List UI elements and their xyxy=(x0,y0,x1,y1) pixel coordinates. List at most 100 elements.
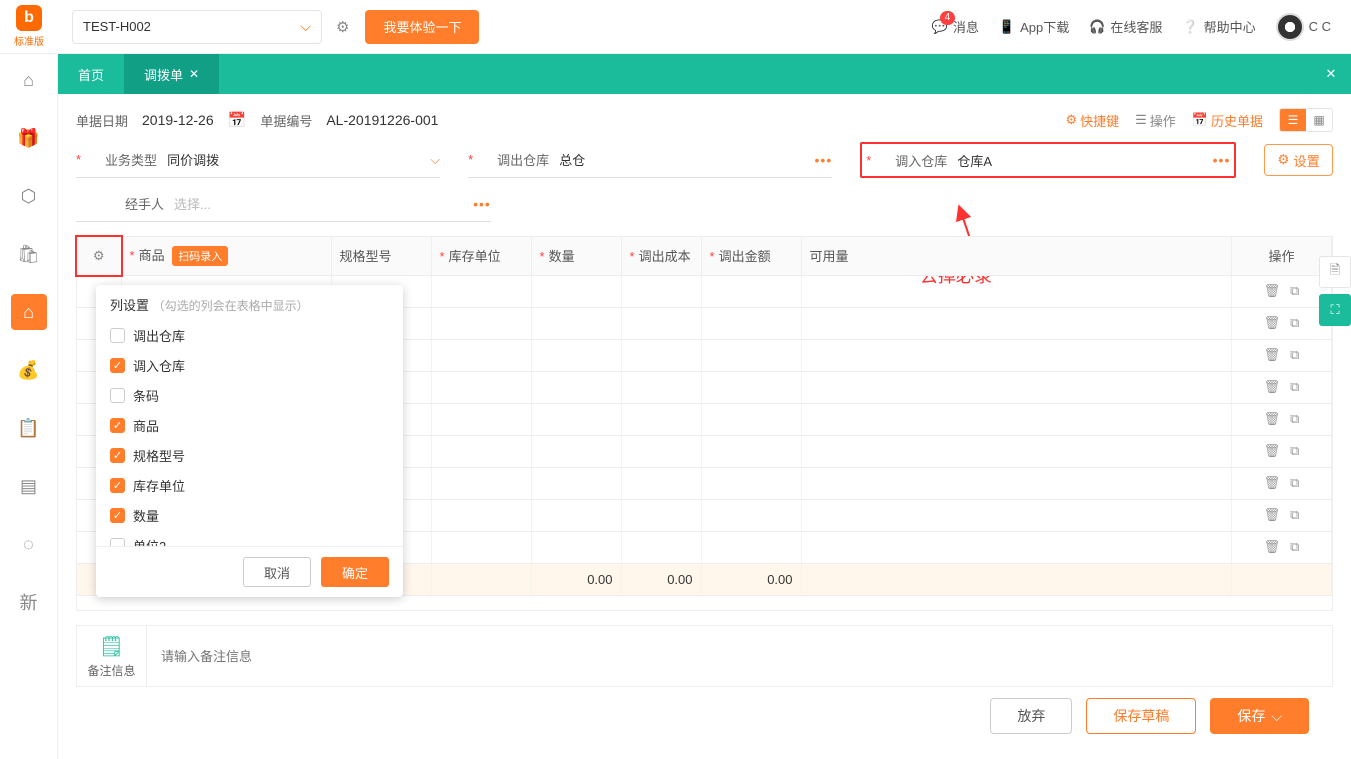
copy-icon[interactable]: ⧉ xyxy=(1290,475,1299,491)
sidebar-new-icon[interactable]: 新 xyxy=(11,584,47,620)
confirm-button[interactable]: 确定 xyxy=(321,557,389,587)
logo-edition: 标准版 xyxy=(14,33,44,48)
copy-icon[interactable]: ⧉ xyxy=(1290,315,1299,331)
copy-icon[interactable]: ⧉ xyxy=(1290,379,1299,395)
calendar-icon[interactable]: 📅 xyxy=(228,111,247,129)
copy-icon[interactable]: ⧉ xyxy=(1290,443,1299,459)
discard-button[interactable]: 放弃 xyxy=(990,698,1072,734)
date-value[interactable]: 2019-12-26 xyxy=(142,112,214,128)
sidebar: ⌂ 🎁 ⬡ 🛍 ⌂ 💰 📋 ▤ ◌ 新 xyxy=(0,54,58,759)
biz-type-field[interactable]: * 业务类型 同价调拨 ⌵ xyxy=(76,142,440,178)
column-option[interactable]: 单位2 xyxy=(110,530,389,546)
delete-icon[interactable]: 🗑 xyxy=(1264,539,1281,555)
column-option[interactable]: ✓调入仓库 xyxy=(110,350,389,380)
out-warehouse-field[interactable]: * 调出仓库 总仓 ••• xyxy=(468,142,832,178)
column-option[interactable]: ✓商品 xyxy=(110,410,389,440)
col-out-amount[interactable]: *调出金额 xyxy=(701,237,801,275)
copy-icon[interactable]: ⧉ xyxy=(1290,411,1299,427)
delete-icon[interactable]: 🗑 xyxy=(1264,507,1281,523)
delete-icon[interactable]: 🗑 xyxy=(1264,475,1281,491)
delete-icon[interactable]: 🗑 xyxy=(1264,347,1281,363)
copy-icon[interactable]: ⧉ xyxy=(1290,283,1299,299)
delete-icon[interactable]: 🗑 xyxy=(1264,379,1281,395)
help-center-link[interactable]: ❔ 帮助中心 xyxy=(1182,17,1255,36)
chevron-down-icon: ⌵ xyxy=(1271,708,1282,725)
col-product[interactable]: *商品 扫码录入 xyxy=(121,237,331,275)
copy-icon[interactable]: ⧉ xyxy=(1290,347,1299,363)
delete-icon[interactable]: 🗑 xyxy=(1264,443,1281,459)
delete-icon[interactable]: 🗑 xyxy=(1264,411,1281,427)
location-select[interactable]: TEST-H002 ⌵ xyxy=(72,10,322,44)
view-grid-icon[interactable]: ▦ xyxy=(1306,109,1332,131)
sidebar-home-icon[interactable]: ⌂ xyxy=(11,62,47,98)
copy-icon[interactable]: ⧉ xyxy=(1290,539,1299,555)
delete-icon[interactable]: 🗑 xyxy=(1264,315,1281,331)
right-rail: 🗎 ⛶ xyxy=(1319,256,1351,326)
close-icon[interactable]: ✕ xyxy=(189,67,199,81)
user-menu[interactable]: C C xyxy=(1276,13,1331,41)
save-button[interactable]: 保存 ⌵ xyxy=(1210,698,1309,734)
top-header: b 标准版 TEST-H002 ⌵ ⚙ 我要体验一下 💬 消息 4 📱 App下… xyxy=(0,0,1351,54)
column-option[interactable]: 条码 xyxy=(110,380,389,410)
form-settings-button[interactable]: ⚙ 设置 xyxy=(1264,144,1333,176)
app-download-link[interactable]: 📱 App下载 xyxy=(999,17,1069,36)
checkbox[interactable]: ✓ xyxy=(110,508,125,523)
rail-note-icon[interactable]: 🗎 xyxy=(1319,256,1351,288)
more-icon[interactable]: ••• xyxy=(1213,152,1231,168)
sidebar-sync-icon[interactable]: ◌ xyxy=(11,526,47,562)
history-link[interactable]: 📅 历史单据 xyxy=(1192,111,1263,130)
save-draft-button[interactable]: 保存草稿 xyxy=(1086,698,1196,734)
more-icon[interactable]: ••• xyxy=(815,152,833,168)
view-list-icon[interactable]: ☰ xyxy=(1280,109,1306,131)
sidebar-cloud-icon[interactable]: ⬡ xyxy=(11,178,47,214)
scan-input-button[interactable]: 扫码录入 xyxy=(172,246,228,266)
checkbox[interactable]: ✓ xyxy=(110,478,125,493)
doc-header: 单据日期 2019-12-26 📅 单据编号 AL-20191226-001 ⚙… xyxy=(76,108,1333,132)
messages-link[interactable]: 💬 消息 4 xyxy=(932,17,979,36)
column-option[interactable]: ✓库存单位 xyxy=(110,470,389,500)
column-option[interactable]: ✓数量 xyxy=(110,500,389,530)
sidebar-gift-icon[interactable]: 🎁 xyxy=(11,120,47,156)
rail-expand-icon[interactable]: ⛶ xyxy=(1319,294,1351,326)
column-option[interactable]: ✓规格型号 xyxy=(110,440,389,470)
trial-button[interactable]: 我要体验一下 xyxy=(365,10,479,44)
checkbox[interactable] xyxy=(110,388,125,403)
checkbox[interactable]: ✓ xyxy=(110,358,125,373)
checkbox[interactable]: ✓ xyxy=(110,448,125,463)
in-warehouse-field[interactable]: * 调入仓库 仓库A ••• xyxy=(860,142,1236,178)
logo[interactable]: b 标准版 xyxy=(0,5,58,48)
top-right: 💬 消息 4 📱 App下载 🎧 在线客服 ❔ 帮助中心 C C xyxy=(932,13,1331,41)
sidebar-money-icon[interactable]: 💰 xyxy=(11,352,47,388)
remark-section: 🗒 备注信息 xyxy=(76,625,1333,687)
remark-input[interactable] xyxy=(147,649,1332,664)
sidebar-clipboard-icon[interactable]: 📋 xyxy=(11,410,47,446)
col-available[interactable]: 可用量 xyxy=(801,237,1232,275)
shortcut-link[interactable]: ⚙ 快捷键 xyxy=(1065,111,1119,130)
more-icon[interactable]: ••• xyxy=(473,196,491,212)
col-out-cost[interactable]: *调出成本 xyxy=(621,237,701,275)
col-spec[interactable]: 规格型号 xyxy=(331,237,431,275)
column-option[interactable]: 调出仓库 xyxy=(110,320,389,350)
online-service-link[interactable]: 🎧 在线客服 xyxy=(1089,17,1162,36)
sidebar-warehouse-icon[interactable]: ⌂ xyxy=(11,294,47,330)
tab-current[interactable]: 调拨单 ✕ xyxy=(124,54,219,94)
copy-icon[interactable]: ⧉ xyxy=(1290,507,1299,523)
remark-label: 🗒 备注信息 xyxy=(77,626,147,686)
sidebar-report-icon[interactable]: ▤ xyxy=(11,468,47,504)
date-label: 单据日期 xyxy=(76,111,128,130)
cancel-button[interactable]: 取消 xyxy=(243,557,311,587)
tab-home[interactable]: 首页 xyxy=(58,54,124,94)
column-settings-gear-icon[interactable]: ⚙ xyxy=(77,237,121,275)
tab-bar-close-icon[interactable]: ✕ xyxy=(1311,54,1351,94)
operate-link[interactable]: ☰ 操作 xyxy=(1135,111,1176,130)
checkbox[interactable] xyxy=(110,328,125,343)
checkbox[interactable]: ✓ xyxy=(110,418,125,433)
handler-field[interactable]: 经手人 选择... ••• xyxy=(76,186,491,222)
col-qty[interactable]: *数量 xyxy=(531,237,621,275)
docno-value: AL-20191226-001 xyxy=(326,112,438,128)
delete-icon[interactable]: 🗑 xyxy=(1264,283,1281,299)
settings-gear-icon[interactable]: ⚙ xyxy=(336,18,349,36)
checkbox[interactable] xyxy=(110,538,125,547)
col-unit[interactable]: *库存单位 xyxy=(431,237,531,275)
sidebar-bag-icon[interactable]: 🛍 xyxy=(11,236,47,272)
